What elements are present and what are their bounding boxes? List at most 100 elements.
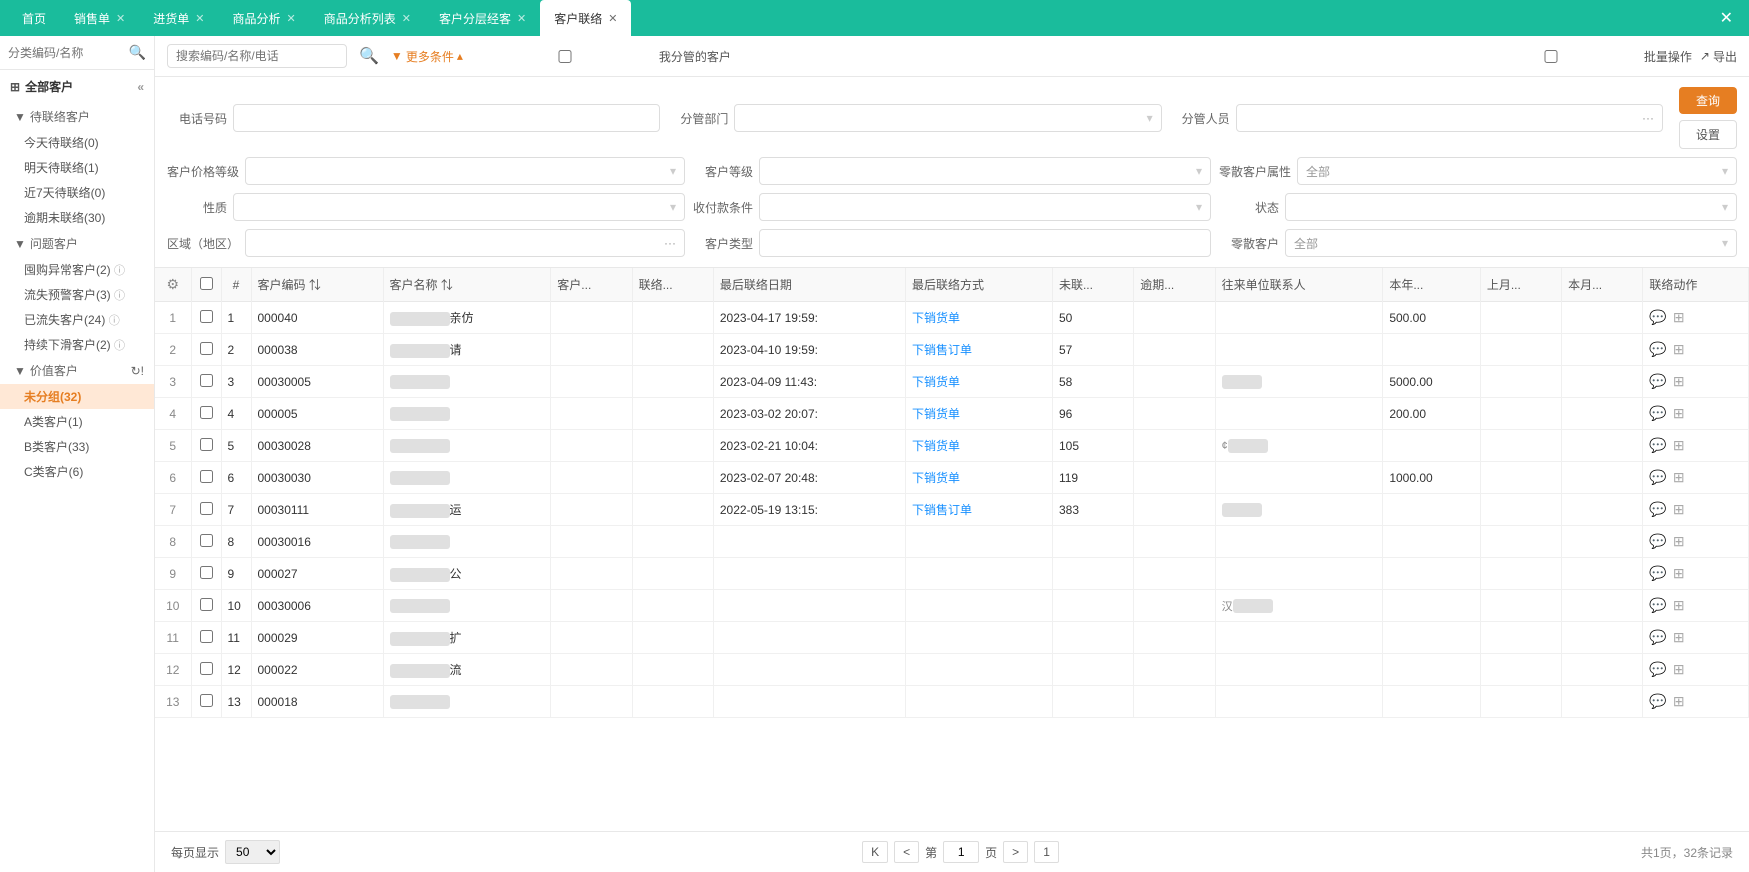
sidebar-group-pending[interactable]: ▼ 待联络客户 xyxy=(0,103,154,130)
tab-sales-close[interactable]: ✕ xyxy=(116,12,125,25)
sidebar-item-today[interactable]: 今天待联络(0) xyxy=(0,130,154,155)
cell-checkbox[interactable] xyxy=(191,558,221,590)
chat-icon[interactable]: 💬 xyxy=(1649,565,1666,582)
sidebar-item-ungraded[interactable]: 未分组(32) xyxy=(0,384,154,409)
last-page-button[interactable]: 1 xyxy=(1034,841,1059,863)
sidebar-item-c-class[interactable]: C类客户(6) xyxy=(0,459,154,484)
tab-product-analysis-list-close[interactable]: ✕ xyxy=(402,12,411,25)
th-checkbox[interactable] xyxy=(191,268,221,302)
my-customers-checkbox[interactable] xyxy=(475,50,655,63)
my-customers-checkbox-label[interactable]: 我分管的客户 xyxy=(475,48,731,65)
tab-product-analysis-close[interactable]: ✕ xyxy=(287,12,296,25)
cell-checkbox[interactable] xyxy=(191,302,221,334)
per-page-select[interactable]: 50 100 200 xyxy=(225,840,280,864)
dept-input[interactable] xyxy=(734,104,1161,132)
cell-last-contact-method[interactable] xyxy=(905,590,1052,622)
th-contact[interactable]: 联络... xyxy=(632,268,713,302)
th-uncontacted[interactable]: 未联... xyxy=(1052,268,1133,302)
cell-actions[interactable]: 💬 ⊞ xyxy=(1643,366,1749,398)
th-this-year[interactable]: 本年... xyxy=(1383,268,1481,302)
contact-method-link[interactable]: 下销售订单 xyxy=(912,503,972,517)
sidebar-item-abnormal[interactable]: 囤购异常客户(2) ⓘ xyxy=(0,257,154,282)
cell-checkbox[interactable] xyxy=(191,430,221,462)
row-checkbox[interactable] xyxy=(200,470,213,483)
sidebar-group-value[interactable]: ▼ 价值客户 ↻ ! xyxy=(0,357,154,384)
reset-button[interactable]: 设置 xyxy=(1679,120,1737,149)
cell-actions[interactable]: 💬 ⊞ xyxy=(1643,302,1749,334)
row-checkbox[interactable] xyxy=(200,502,213,515)
row-checkbox[interactable] xyxy=(200,406,213,419)
cell-actions[interactable]: 💬 ⊞ xyxy=(1643,590,1749,622)
cell-checkbox[interactable] xyxy=(191,686,221,718)
row-checkbox[interactable] xyxy=(200,342,213,355)
sidebar-item-churn-risk[interactable]: 流失预警客户(3) ⓘ xyxy=(0,282,154,307)
contact-method-link[interactable]: 下销货单 xyxy=(912,471,960,485)
cell-checkbox[interactable] xyxy=(191,334,221,366)
cell-actions[interactable]: 💬 ⊞ xyxy=(1643,430,1749,462)
batch-checkbox[interactable] xyxy=(1461,50,1641,63)
grid-action-icon[interactable]: ⊞ xyxy=(1673,373,1685,390)
close-window-button[interactable]: ✕ xyxy=(1712,8,1741,28)
chat-icon[interactable]: 💬 xyxy=(1649,405,1666,422)
cell-checkbox[interactable] xyxy=(191,366,221,398)
th-overdue[interactable]: 逾期... xyxy=(1134,268,1215,302)
grid-action-icon[interactable]: ⊞ xyxy=(1673,629,1685,646)
cell-actions[interactable]: 💬 ⊞ xyxy=(1643,334,1749,366)
th-last-month[interactable]: 上月... xyxy=(1480,268,1561,302)
sidebar-group-problem[interactable]: ▼ 问题客户 xyxy=(0,230,154,257)
row-checkbox[interactable] xyxy=(200,598,213,611)
batch-operation-button[interactable]: 批量操作 xyxy=(1461,48,1692,65)
cell-actions[interactable]: 💬 ⊞ xyxy=(1643,398,1749,430)
contact-method-link[interactable]: 下销货单 xyxy=(912,311,960,325)
area-input[interactable] xyxy=(245,229,685,257)
tab-purchase-close[interactable]: ✕ xyxy=(195,12,204,25)
chat-icon[interactable]: 💬 xyxy=(1649,469,1666,486)
grid-action-icon[interactable]: ⊞ xyxy=(1673,309,1685,326)
th-this-month[interactable]: 本月... xyxy=(1562,268,1643,302)
row-checkbox[interactable] xyxy=(200,310,213,323)
chat-icon[interactable]: 💬 xyxy=(1649,309,1666,326)
contact-method-link[interactable]: 下销货单 xyxy=(912,407,960,421)
chat-icon[interactable]: 💬 xyxy=(1649,597,1666,614)
status-input[interactable] xyxy=(1285,193,1737,221)
collapse-icon[interactable]: « xyxy=(137,80,144,94)
grid-action-icon[interactable]: ⊞ xyxy=(1673,405,1685,422)
tab-product-analysis[interactable]: 商品分析 ✕ xyxy=(218,0,309,36)
sidebar-search-bar[interactable]: 🔍 xyxy=(0,36,154,70)
chat-icon[interactable]: 💬 xyxy=(1649,533,1666,550)
cell-actions[interactable]: 💬 ⊞ xyxy=(1643,654,1749,686)
export-button[interactable]: ↗ 导出 xyxy=(1700,48,1737,65)
chat-icon[interactable]: 💬 xyxy=(1649,661,1666,678)
sidebar-item-tomorrow[interactable]: 明天待联络(1) xyxy=(0,155,154,180)
chat-icon[interactable]: 💬 xyxy=(1649,341,1666,358)
row-checkbox[interactable] xyxy=(200,662,213,675)
cell-actions[interactable]: 💬 ⊞ xyxy=(1643,558,1749,590)
cell-last-contact-method[interactable] xyxy=(905,622,1052,654)
cell-checkbox[interactable] xyxy=(191,398,221,430)
sidebar-item-b-class[interactable]: B类客户(33) xyxy=(0,434,154,459)
customer-type-input[interactable] xyxy=(759,229,1211,257)
grid-action-icon[interactable]: ⊞ xyxy=(1673,437,1685,454)
cell-last-contact-method[interactable] xyxy=(905,558,1052,590)
query-button[interactable]: 查询 xyxy=(1679,87,1737,114)
cell-checkbox[interactable] xyxy=(191,654,221,686)
contact-method-link[interactable]: 下销货单 xyxy=(912,439,960,453)
cell-last-contact-method[interactable]: 下销售订单 xyxy=(905,334,1052,366)
search-button[interactable]: 🔍 xyxy=(359,46,379,66)
sidebar-item-week[interactable]: 近7天待联络(0) xyxy=(0,180,154,205)
row-checkbox[interactable] xyxy=(200,374,213,387)
select-all-checkbox[interactable] xyxy=(200,277,213,290)
cell-checkbox[interactable] xyxy=(191,462,221,494)
tab-purchase[interactable]: 进货单 ✕ xyxy=(139,0,218,36)
chat-icon[interactable]: 💬 xyxy=(1649,437,1666,454)
first-page-button[interactable]: K xyxy=(862,841,888,863)
th-customer-type[interactable]: 客户... xyxy=(551,268,632,302)
cell-checkbox[interactable] xyxy=(191,494,221,526)
th-last-contact-date[interactable]: 最后联络日期 xyxy=(713,268,905,302)
payment-input[interactable] xyxy=(759,193,1211,221)
grid-action-icon[interactable]: ⊞ xyxy=(1673,661,1685,678)
tab-home[interactable]: 首页 xyxy=(8,0,60,36)
row-checkbox[interactable] xyxy=(200,438,213,451)
row-checkbox[interactable] xyxy=(200,694,213,707)
grid-action-icon[interactable]: ⊞ xyxy=(1673,341,1685,358)
